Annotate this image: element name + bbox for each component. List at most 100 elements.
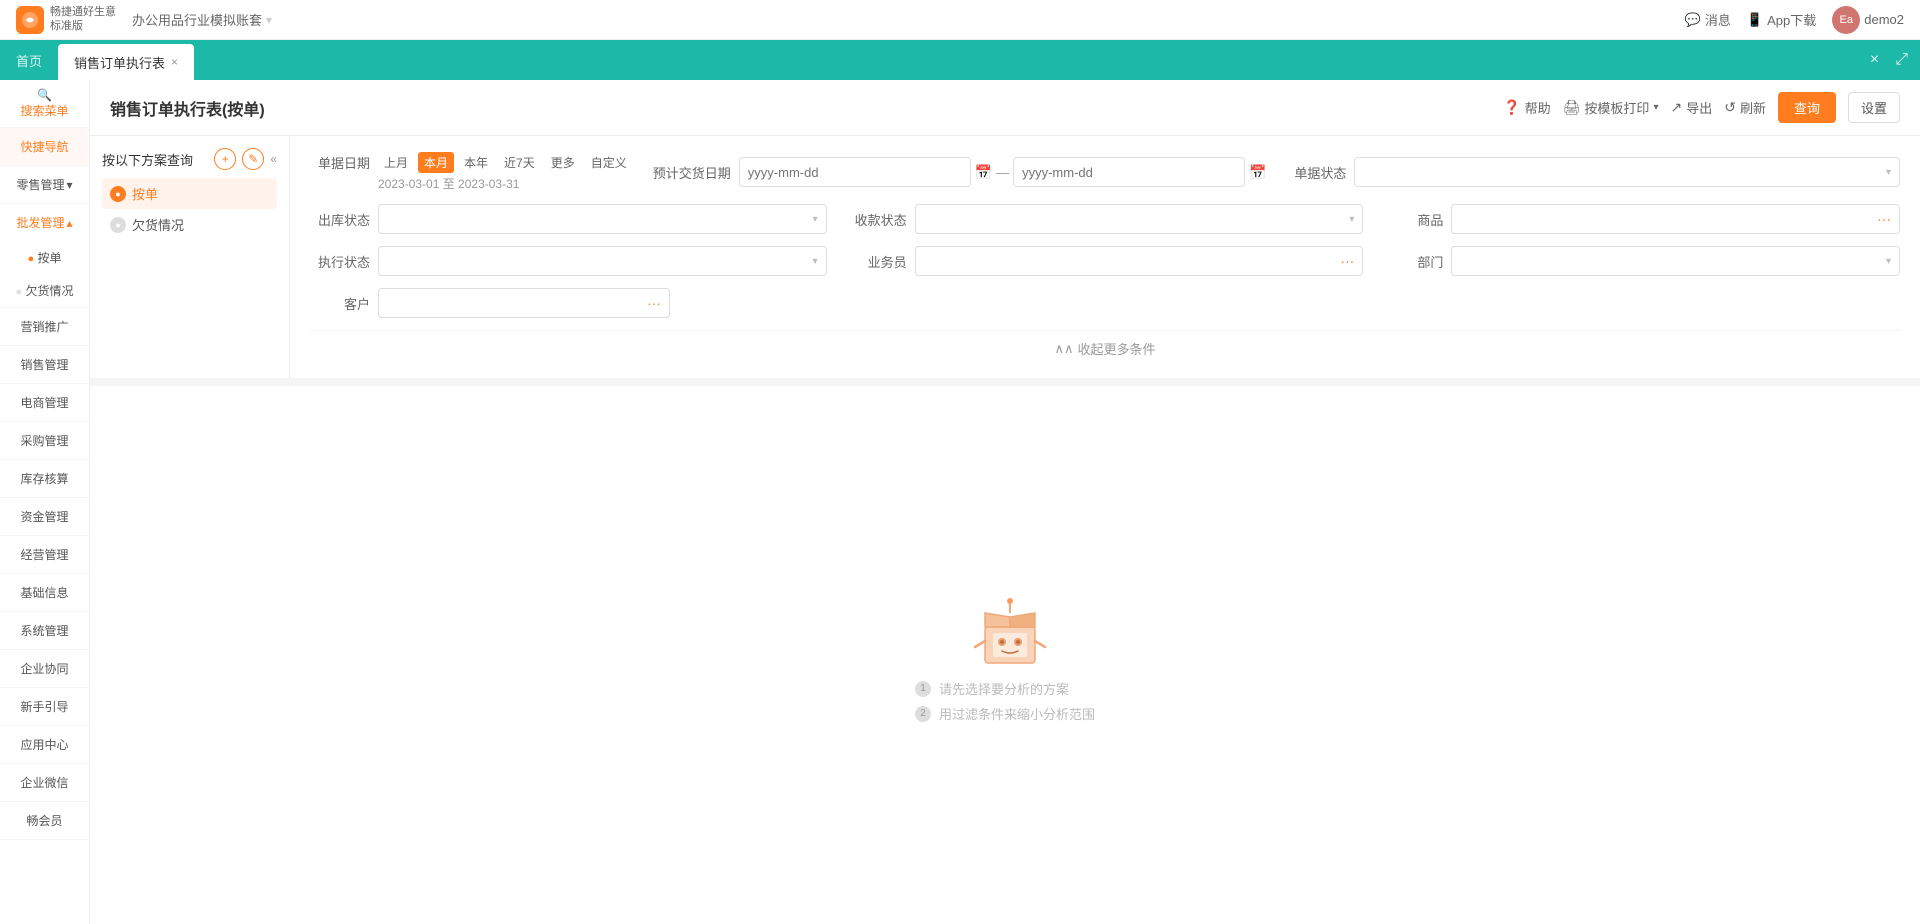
- page-title: 销售订单执行表(按单): [110, 96, 265, 132]
- date-range-display: 2023-03-01 至 2023-03-31: [378, 177, 519, 191]
- calendar-to-icon[interactable]: 📅: [1249, 164, 1266, 181]
- breadcrumb[interactable]: 办公用品行业模拟账套 ▾: [132, 10, 272, 29]
- empty-text-1: 1 请先选择要分析的方案: [915, 679, 1095, 698]
- salesperson-select[interactable]: ···: [915, 246, 1364, 276]
- help-button[interactable]: ❓ 帮助: [1503, 98, 1550, 117]
- payment-status-label: 收款状态: [847, 210, 907, 229]
- refresh-icon: ↺: [1724, 99, 1736, 116]
- sidebar-item-sales[interactable]: 销售管理: [0, 346, 89, 384]
- sidebar-item-member[interactable]: 畅会员: [0, 802, 89, 840]
- export-button[interactable]: ↗ 导出: [1670, 98, 1712, 117]
- query-button[interactable]: 查询: [1778, 92, 1836, 123]
- product-select[interactable]: ···: [1451, 204, 1900, 234]
- salesperson-dots-icon[interactable]: ···: [1340, 253, 1354, 269]
- sidebar-item-search[interactable]: 🔍 搜索菜单: [0, 80, 89, 128]
- empty-icon: [965, 587, 1045, 667]
- refresh-button[interactable]: ↺ 刷新: [1724, 98, 1766, 117]
- collapse-more-button[interactable]: ∧∧ 收起更多条件: [1054, 339, 1155, 358]
- tab-minimize-icon[interactable]: ×: [1866, 47, 1883, 73]
- logo-icon: [16, 6, 44, 34]
- edit-scheme-button[interactable]: ✎: [242, 148, 264, 170]
- logo-area: 畅捷通好生意 标准版: [16, 6, 116, 34]
- sidebar-item-retail[interactable]: 零售管理 ▾: [0, 166, 89, 203]
- sidebar-item-appcenter[interactable]: 应用中心: [0, 726, 89, 764]
- filter-fields: 单据日期 上月 本月 本年 近7天 更多 自定义 2023-03-0: [290, 136, 1920, 378]
- add-scheme-button[interactable]: +: [214, 148, 236, 170]
- sidebar-item-finance[interactable]: 资金管理: [0, 498, 89, 536]
- filter-item-exec: 执行状态 ▾: [310, 246, 827, 276]
- print-icon: 🖨: [1563, 99, 1581, 116]
- sidebar-group-retail: 零售管理 ▾: [0, 166, 89, 204]
- print-button[interactable]: 🖨 按模板打印 ▾: [1563, 98, 1659, 117]
- collapse-scheme-button[interactable]: «: [270, 152, 277, 166]
- page-actions: ❓ 帮助 🖨 按模板打印 ▾ ↗ 导出 ↺ 刷新 查询 设置: [1503, 92, 1900, 135]
- department-select[interactable]: ▾: [1451, 246, 1900, 276]
- date-tab-thismonth[interactable]: 本月: [418, 152, 454, 173]
- empty-state: 1 请先选择要分析的方案 2 用过滤条件来缩小分析范围: [915, 587, 1095, 723]
- tab-active[interactable]: 销售订单执行表 ×: [58, 44, 194, 80]
- customer-select[interactable]: ···: [378, 288, 670, 318]
- settings-button[interactable]: 设置: [1848, 92, 1900, 123]
- status-select-arrow: ▾: [1886, 167, 1891, 178]
- department-arrow-icon: ▾: [1886, 256, 1891, 267]
- delivery-status-select[interactable]: ▾: [378, 204, 827, 234]
- filter-item-delivery: 出库状态 ▾: [310, 204, 827, 234]
- data-area: 1 请先选择要分析的方案 2 用过滤条件来缩小分析范围: [90, 386, 1920, 924]
- tab-close-icon[interactable]: ×: [171, 55, 178, 69]
- payment-status-select[interactable]: ▾: [915, 204, 1364, 234]
- scheme-item-debt[interactable]: ● 欠货情况: [102, 209, 277, 240]
- sidebar-sub-item-debt[interactable]: ● 欠货情况: [0, 274, 89, 307]
- expected-date-from[interactable]: [739, 157, 971, 187]
- date-tab-last7[interactable]: 近7天: [498, 152, 541, 173]
- customer-dots-icon[interactable]: ···: [647, 295, 661, 311]
- filter-item-payment: 收款状态 ▾: [847, 204, 1364, 234]
- date-tab-custom[interactable]: 自定义: [585, 152, 633, 173]
- app-download-button[interactable]: 📱 App下载: [1747, 10, 1816, 29]
- sidebar-item-quicknav[interactable]: 快捷导航: [0, 128, 89, 166]
- message-button[interactable]: 💬 消息: [1685, 10, 1731, 29]
- sidebar-item-basic-info[interactable]: 基础信息: [0, 574, 89, 612]
- sidebar-item-ecommerce[interactable]: 电商管理: [0, 384, 89, 422]
- collapse-row: ∧∧ 收起更多条件: [310, 330, 1900, 362]
- sidebar-item-wechat[interactable]: 企业微信: [0, 764, 89, 802]
- sidebar-sub-item-press[interactable]: ● 按单: [0, 241, 89, 274]
- user-menu[interactable]: Ea demo2: [1832, 6, 1904, 34]
- exec-status-select[interactable]: ▾: [378, 246, 827, 276]
- scheme-icon-press: ●: [110, 186, 126, 202]
- sidebar-item-purchase[interactable]: 采购管理: [0, 422, 89, 460]
- date-tab-more[interactable]: 更多: [545, 152, 581, 173]
- scheme-actions: + ✎ «: [214, 148, 277, 170]
- calendar-from-icon[interactable]: 📅: [975, 164, 992, 181]
- sidebar-item-enterprise[interactable]: 企业协同: [0, 650, 89, 688]
- top-bar-right: 💬 消息 📱 App下载 Ea demo2: [1685, 6, 1904, 34]
- sidebar-item-system[interactable]: 系统管理: [0, 612, 89, 650]
- sidebar-item-inventory[interactable]: 库存核算: [0, 460, 89, 498]
- date-tabs: 上月 本月 本年 近7天 更多 自定义: [378, 152, 633, 173]
- top-bar-left: 畅捷通好生意 标准版 办公用品行业模拟账套 ▾: [16, 6, 272, 34]
- sidebar-item-newuser[interactable]: 新手引导: [0, 688, 89, 726]
- help-icon: ❓: [1503, 99, 1520, 116]
- filter-row-4: 客户 ···: [310, 288, 1900, 318]
- sidebar-item-wholesale[interactable]: 批发管理 ▴: [0, 204, 89, 241]
- product-dots-icon[interactable]: ···: [1877, 211, 1891, 227]
- filter-item-status: 单据状态 ▾: [1286, 157, 1900, 187]
- breadcrumb-text: 办公用品行业模拟账套: [132, 10, 262, 29]
- logo-text: 畅捷通好生意 标准版: [50, 6, 116, 32]
- status-select[interactable]: ▾: [1354, 157, 1900, 187]
- filter-scheme-panel: 按以下方案查询 + ✎ « ● 按单 ● 欠货情况: [90, 136, 290, 378]
- expected-date-to[interactable]: [1013, 157, 1245, 187]
- scheme-title: 按以下方案查询: [102, 150, 193, 169]
- message-icon: 💬: [1685, 12, 1701, 28]
- date-label: 单据日期: [310, 153, 370, 172]
- filter-item-salesperson: 业务员 ···: [847, 246, 1364, 276]
- filter-item-expected-date: 预计交货日期 📅 — 📅: [653, 157, 1267, 187]
- exec-arrow-icon: ▾: [813, 256, 818, 267]
- sidebar-item-operations[interactable]: 经营管理: [0, 536, 89, 574]
- filter-item-customer: 客户 ···: [310, 288, 670, 318]
- tab-home[interactable]: 首页: [0, 40, 58, 80]
- sidebar-item-marketing[interactable]: 营销推广: [0, 308, 89, 346]
- tab-maximize-icon[interactable]: ⤢: [1891, 47, 1912, 73]
- date-tab-thisyear[interactable]: 本年: [458, 152, 494, 173]
- scheme-item-press[interactable]: ● 按单: [102, 178, 277, 209]
- date-tab-lastmonth[interactable]: 上月: [378, 152, 414, 173]
